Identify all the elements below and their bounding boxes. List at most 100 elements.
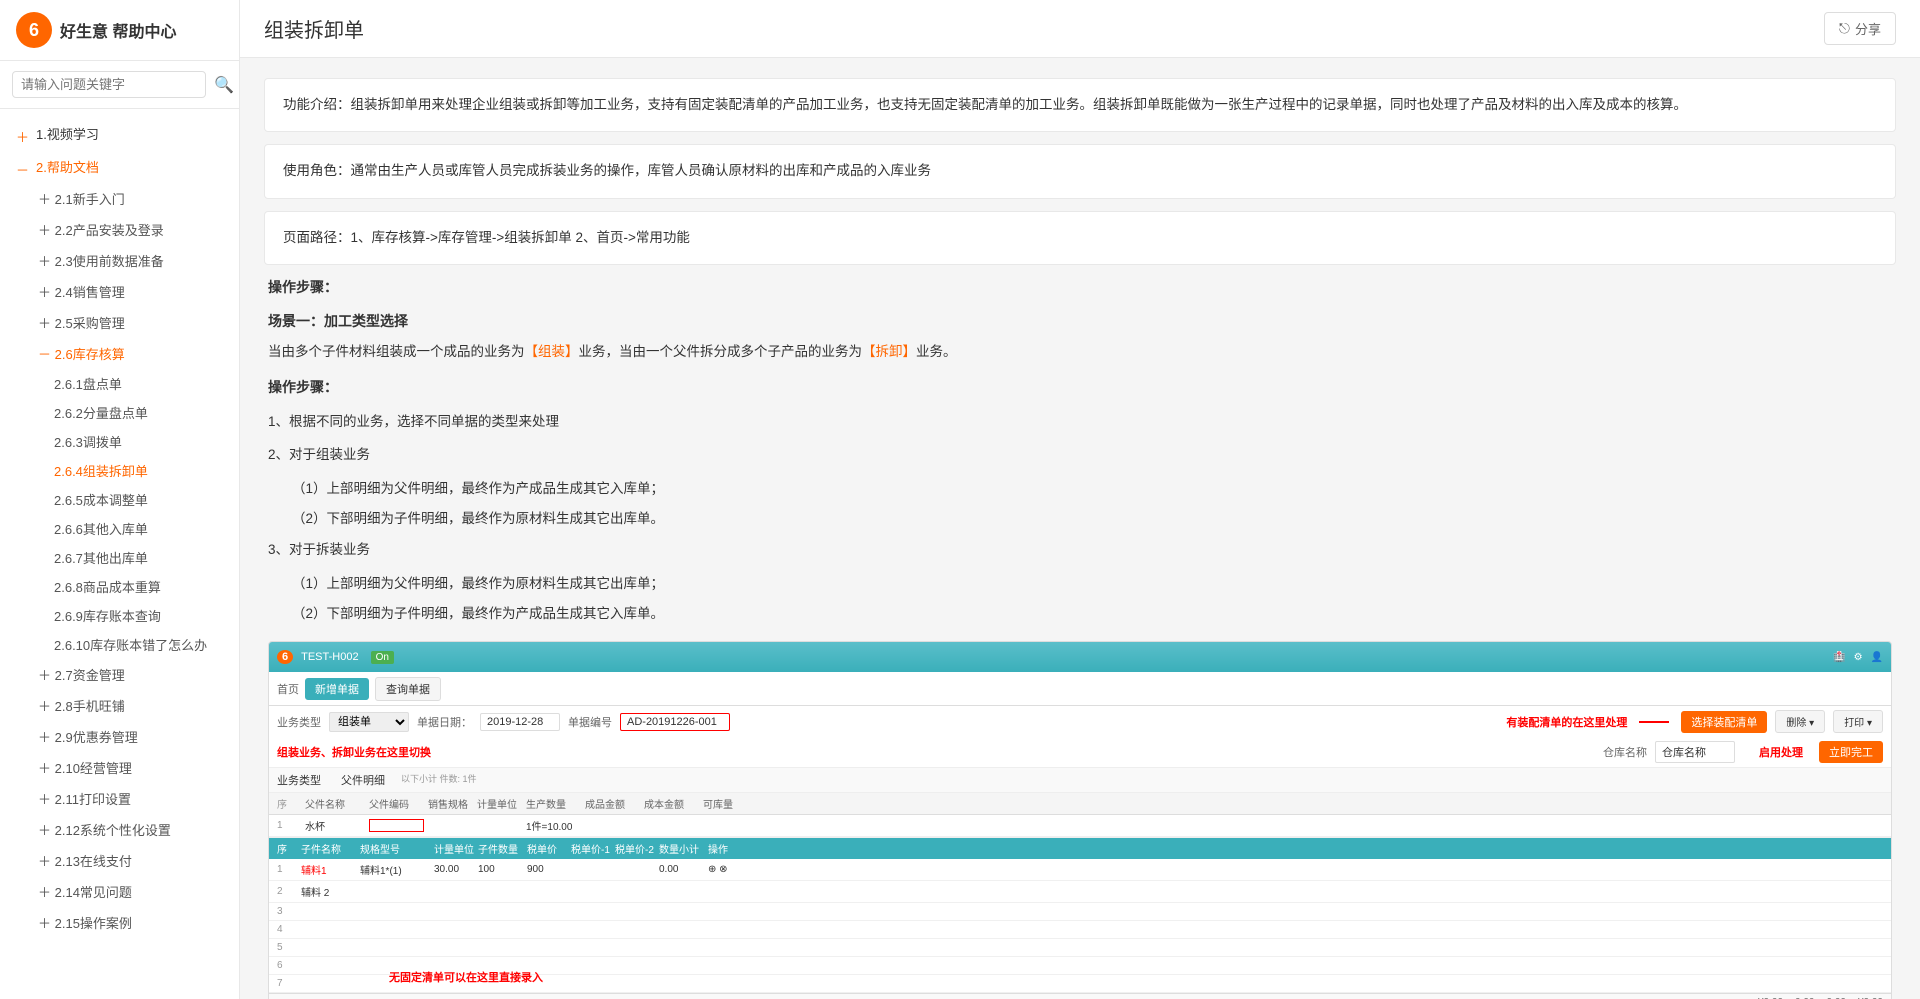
date-field[interactable]: 2019-12-28 — [480, 713, 560, 731]
logo-icon: 6 — [16, 12, 52, 48]
lower-row-2: 2 辅料 2 — [269, 881, 1891, 903]
page-title: 组装拆卸单 — [264, 14, 364, 43]
app-screenshot-container: 6 TEST-H002 On 🏥 ⚙ 👤 首页 — [268, 641, 1892, 999]
sidebar-item-c215[interactable]: ＋ 2.15操作案例 — [30, 907, 239, 938]
sidebar-item-c29[interactable]: ＋ 2.9优惠券管理 — [30, 721, 239, 752]
type-select[interactable]: 组装单 拆卸单 — [329, 712, 409, 732]
sidebar-item-s262[interactable]: 2.6.2分量盘点单 — [46, 398, 239, 427]
plus-icon-c211: ＋ — [38, 792, 55, 807]
app-icon1: ⚙ — [1854, 652, 1863, 663]
plus-icon: ＋ — [16, 127, 30, 141]
operations-section: 操作步骤： 场景一：加工类型选择 当由多个子件材料组装成一个成品的业务为【组装】… — [264, 277, 1896, 999]
sidebar-item-s266[interactable]: 2.6.6其他入库单 — [46, 514, 239, 543]
parent-note: 以下小计 件数: 1件 — [401, 772, 477, 788]
plus-icon-c24: ＋ — [38, 285, 55, 300]
lower-row-4: 4 — [269, 921, 1891, 939]
operations-title: 操作步骤： — [268, 277, 1892, 297]
app-tab-query[interactable]: 查询单据 — [375, 677, 441, 701]
lower-row-6: 6 — [269, 957, 1891, 975]
annotation-biz-type: 组装业务、拆卸业务在这里切换 — [277, 744, 431, 760]
search-button[interactable]: 🔍 — [212, 73, 236, 97]
sidebar-item-c23[interactable]: ＋ 2.3使用前数据准备 — [30, 245, 239, 276]
plus-icon-c25: ＋ — [38, 316, 55, 331]
store-field[interactable]: 仓库名称 — [1655, 741, 1735, 763]
sidebar-item-c28[interactable]: ＋ 2.8手机旺铺 — [30, 690, 239, 721]
scene1-title: 场景一：加工类型选择 — [268, 311, 1892, 331]
sidebar-item-c210[interactable]: ＋ 2.10经营管理 — [30, 752, 239, 783]
minus-icon-c26: － — [38, 347, 55, 362]
plus-icon-c21: ＋ — [38, 192, 55, 207]
app-tab-home[interactable]: 首页 — [277, 681, 299, 697]
intro-block: 功能介绍：组装拆卸单用来处理企业组装或拆卸等加工业务，支持有固定装配清单的产品加… — [264, 78, 1896, 132]
share-icon: ⎋ — [1839, 20, 1850, 37]
upper-table: 业务类型 父件明细 以下小计 件数: 1件 序 父件名称 父件编码 销售规格 计… — [269, 768, 1891, 837]
search-bar: 🔍 — [0, 61, 239, 109]
app-form-row1: 业务类型 组装单 拆卸单 单据日期： 2019-12-28 单据编号 AD-20… — [269, 706, 1891, 737]
step2a-text: （1）上部明细为父件明细，最终作为产成品生成其它入库单； — [268, 476, 1892, 502]
sidebar-item-s265[interactable]: 2.6.5成本调整单 — [46, 485, 239, 514]
scene1-desc: 当由多个子件材料组装成一个成品的业务为【组装】业务，当由一个父件拆分成多个子产品… — [268, 339, 1892, 365]
extra-btn2[interactable]: 打印 ▾ — [1833, 710, 1883, 733]
annotation-enable: 启用处理 — [1759, 744, 1803, 760]
annotation-select-bom: 有装配清单的在这里处理 — [1506, 714, 1627, 730]
confirm-btn[interactable]: 立即完工 — [1819, 741, 1883, 763]
plus-icon-c27: ＋ — [38, 668, 55, 683]
sidebar-item-c22[interactable]: ＋ 2.2产品安装及登录 — [30, 214, 239, 245]
assembly-label: 【组装】 — [525, 344, 579, 359]
nav-sub-children-c26: 2.6.1盘点单 2.6.2分量盘点单 2.6.3调拨单 2.6.4组装拆卸单 … — [30, 369, 239, 659]
sidebar-item-s269[interactable]: 2.6.9库存账本查询 — [46, 601, 239, 630]
sidebar-item-c214[interactable]: ＋ 2.14常见问题 — [30, 876, 239, 907]
sidebar-item-s261[interactable]: 2.6.1盘点单 — [46, 369, 239, 398]
app-health-btn: 🏥 — [1833, 652, 1845, 663]
lower-row-1: 1 辅料1 辅料1*(1) 30.00 100 900 0.00 ⊕ ⊗ — [269, 859, 1891, 881]
sidebar-item-help-docs[interactable]: － 2.帮助文档 — [0, 150, 239, 183]
sidebar-item-c21[interactable]: ＋ 2.1新手入门 — [30, 183, 239, 214]
sidebar-item-s267[interactable]: 2.6.7其他出库单 — [46, 543, 239, 572]
plus-icon-c213: ＋ — [38, 854, 55, 869]
plus-icon-c28: ＋ — [38, 699, 55, 714]
step3-text: 3、对于拆装业务 — [268, 537, 1892, 563]
logo-text: 好生意 帮助中心 — [60, 18, 176, 42]
app-name: TEST-H002 — [301, 651, 358, 663]
plus-icon-c214: ＋ — [38, 885, 55, 900]
upper-section-header: 业务类型 父件明细 以下小计 件数: 1件 — [269, 768, 1891, 793]
plus-icon-c212: ＋ — [38, 823, 55, 838]
select-bom-btn[interactable]: 选择装配清单 — [1681, 711, 1767, 733]
sidebar-item-s268[interactable]: 2.6.8商品成本重算 — [46, 572, 239, 601]
app-screenshot: 6 TEST-H002 On 🏥 ⚙ 👤 首页 — [269, 642, 1891, 999]
sidebar-item-c27[interactable]: ＋ 2.7资金管理 — [30, 659, 239, 690]
extra-btn1[interactable]: 删除 ▾ — [1775, 710, 1825, 733]
operations-label: 操作步骤： — [268, 377, 1892, 397]
step3b-text: （2）下部明细为子件明细，最终作为产成品生成其它入库单。 — [268, 601, 1892, 627]
search-input[interactable] — [12, 71, 206, 98]
app-form-section: 业务类型 组装单 拆卸单 单据日期： 2019-12-28 单据编号 AD-20… — [269, 706, 1891, 767]
step3a-text: （1）上部明细为父件明细，最终作为原材料生成其它出库单； — [268, 571, 1892, 597]
no-field[interactable]: AD-20191226-001 — [620, 713, 730, 731]
app-tab-new[interactable]: 新增单据 — [305, 678, 369, 700]
lower-row-3: 3 — [269, 903, 1891, 921]
sidebar-item-c24[interactable]: ＋ 2.4销售管理 — [30, 276, 239, 307]
sidebar-item-video[interactable]: ＋ 1.视频学习 — [0, 117, 239, 150]
label-type: 业务类型 — [277, 714, 321, 730]
sidebar-item-c212[interactable]: ＋ 2.12系统个性化设置 — [30, 814, 239, 845]
sidebar-item-c211[interactable]: ＋ 2.11打印设置 — [30, 783, 239, 814]
sidebar-item-c25[interactable]: ＋ 2.5采购管理 — [30, 307, 239, 338]
nav-section-2-children: ＋ 2.1新手入门 ＋ 2.2产品安装及登录 ＋ 2.3使用前数据准备 ＋ 2.… — [0, 183, 239, 938]
main-content: 组装拆卸单 ⎋ 分享 功能介绍：组装拆卸单用来处理企业组装或拆卸等加工业务，支持… — [240, 0, 1920, 999]
parent-code-input[interactable] — [372, 820, 422, 831]
lower-row-7: 7 — [269, 975, 1891, 993]
upper-table-header: 序 父件名称 父件编码 销售规格 计量单位 生产数量 成品金额 成本金额 可库量 — [269, 793, 1891, 815]
share-button[interactable]: ⎋ 分享 — [1824, 12, 1896, 45]
plus-icon-c23: ＋ — [38, 254, 55, 269]
lower-table-header: 序 子件名称 规格型号 计量单位 子件数量 税单价 税单价-1 税单价-2 数量… — [269, 838, 1891, 859]
sidebar-item-s263[interactable]: 2.6.3调拨单 — [46, 427, 239, 456]
step2-text: 2、对于组装业务 — [268, 442, 1892, 468]
sidebar-item-s264[interactable]: 2.6.4组装拆卸单 — [46, 456, 239, 485]
sidebar-item-c213[interactable]: ＋ 2.13在线支付 — [30, 845, 239, 876]
red-line1 — [1639, 721, 1669, 723]
status-on-badge: On — [371, 651, 394, 663]
sidebar-item-c26[interactable]: － 2.6库存核算 — [30, 338, 239, 369]
sidebar-item-s2610[interactable]: 2.6.10库存账本错了怎么办 — [46, 630, 239, 659]
app-form-row2: 组装业务、拆卸业务在这里切换 仓库名称 仓库名称 启用处理 立即完工 — [269, 737, 1891, 767]
step1-text: 1、根据不同的业务，选择不同单据的类型来处理 — [268, 409, 1892, 435]
